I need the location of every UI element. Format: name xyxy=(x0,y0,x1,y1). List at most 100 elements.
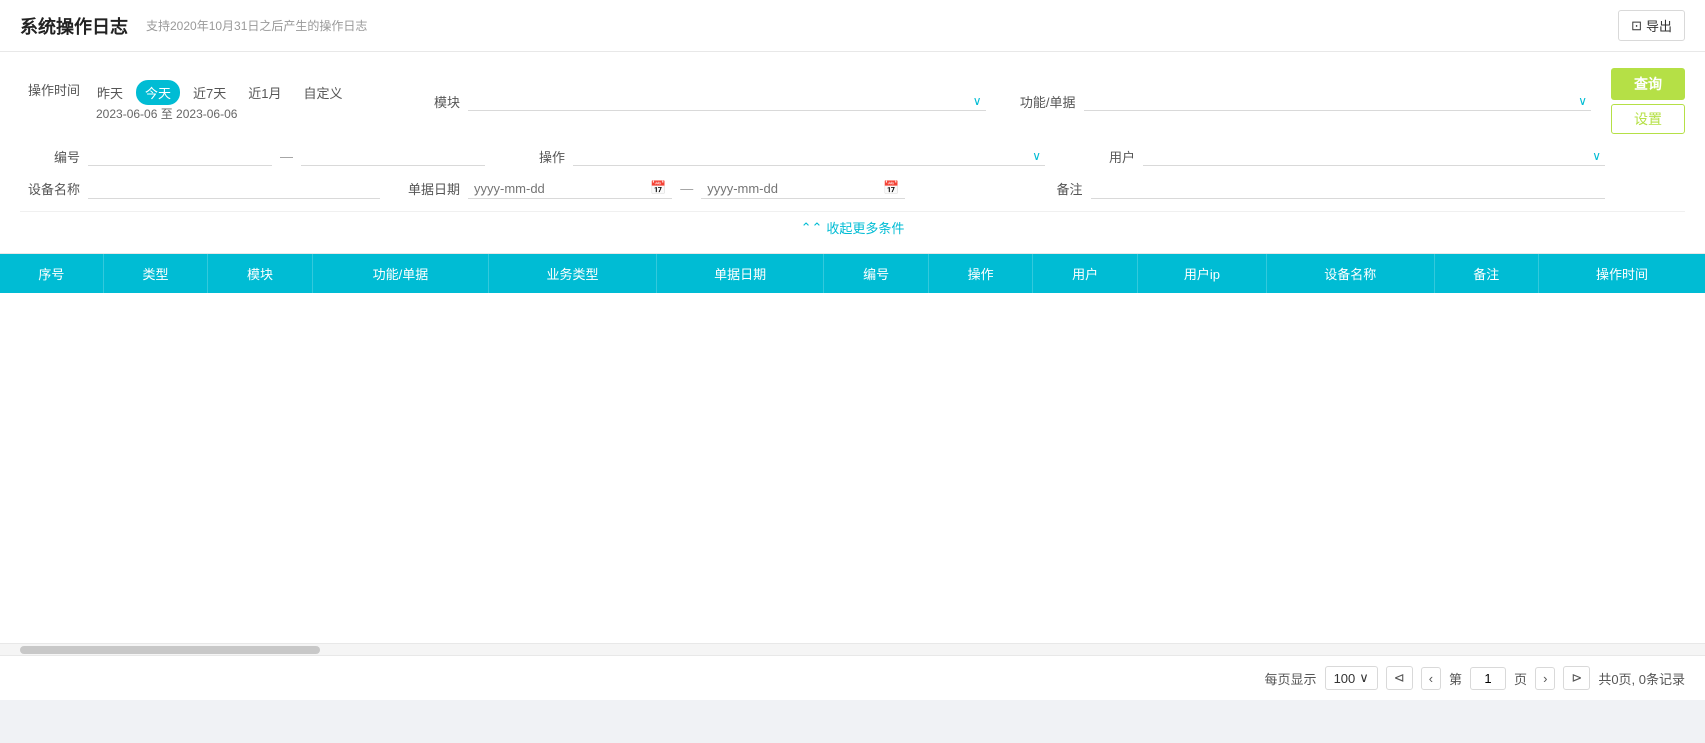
module-chevron-icon: ∨ xyxy=(973,94,982,108)
filter-row-2: 编号 — 操作 ∨ 用户 ∨ xyxy=(20,146,1685,166)
export-label: 导出 xyxy=(1646,16,1672,35)
user-chevron-icon: ∨ xyxy=(1592,149,1601,163)
pagination-bar: 每页显示 100 ∨ ⊲ ‹ 第 页 › ⊳ 共0页, 0条记录 xyxy=(0,655,1705,700)
col-module: 模块 xyxy=(208,254,312,293)
time-btn-1month[interactable]: 近1月 xyxy=(239,80,290,105)
date-start-input[interactable] xyxy=(474,181,650,196)
date-end-input[interactable] xyxy=(707,181,883,196)
time-btn-today[interactable]: 今天 xyxy=(136,80,180,105)
date-start-wrap: 📅 xyxy=(468,178,672,199)
operation-label: 操作 xyxy=(505,147,565,166)
date-end-wrap: 📅 xyxy=(701,178,905,199)
empty-area xyxy=(0,293,1705,643)
col-sequence: 序号 xyxy=(0,254,103,293)
query-button[interactable]: 查询 xyxy=(1611,68,1685,100)
remark-input-wrap xyxy=(1091,179,1606,199)
col-device-name: 设备名称 xyxy=(1266,254,1434,293)
data-table: 序号 类型 模块 功能/单据 业务类型 单据日期 编号 操作 用户 用户ip 设… xyxy=(0,254,1705,293)
page-title: 系统操作日志 xyxy=(20,13,128,39)
col-op-time: 操作时间 xyxy=(1539,254,1705,293)
time-range-display: 2023-06-06 至 2023-06-06 xyxy=(96,105,352,122)
col-user-ip: 用户ip xyxy=(1137,254,1266,293)
operation-filter-group: 操作 ∨ xyxy=(505,147,1045,166)
number-input-end-wrap xyxy=(301,146,485,166)
number-input-end[interactable] xyxy=(305,148,481,163)
settings-button[interactable]: 设置 xyxy=(1611,104,1685,134)
filter-row-3: 设备名称 单据日期 📅 — 📅 备注 xyxy=(20,178,1685,199)
page-header: 系统操作日志 支持2020年10月31日之后产生的操作日志 ⊡ 导出 xyxy=(0,0,1705,52)
page-total: 共0页, 0条记录 xyxy=(1598,669,1685,688)
per-page-label: 每页显示 xyxy=(1265,669,1317,688)
col-business-type: 业务类型 xyxy=(489,254,657,293)
calendar-end-icon[interactable]: 📅 xyxy=(883,180,899,196)
user-label: 用户 xyxy=(1065,147,1135,166)
time-btn-custom[interactable]: 自定义 xyxy=(295,80,352,105)
function-chevron-icon: ∨ xyxy=(1578,94,1587,108)
remark-filter-group: 备注 xyxy=(1013,179,1686,199)
page-subtitle: 支持2020年10月31日之后产生的操作日志 xyxy=(146,17,367,34)
device-input[interactable] xyxy=(92,181,376,196)
number-input-start-wrap xyxy=(88,146,272,166)
export-icon: ⊡ xyxy=(1631,18,1642,34)
per-page-value: 100 xyxy=(1334,671,1356,686)
col-type: 类型 xyxy=(103,254,207,293)
export-button[interactable]: ⊡ 导出 xyxy=(1618,10,1685,41)
voucher-date-filter-group: 单据日期 📅 — 📅 xyxy=(400,178,993,199)
filter-row-1: 操作时间 昨天 今天 近7天 近1月 自定义 2023-06-06 至 2023… xyxy=(20,68,1685,134)
time-btn-yesterday[interactable]: 昨天 xyxy=(88,80,132,105)
module-select[interactable]: ∨ xyxy=(468,92,986,111)
time-btn-7days[interactable]: 近7天 xyxy=(184,80,235,105)
time-buttons: 昨天 今天 近7天 近1月 自定义 xyxy=(88,80,352,105)
page-first-button[interactable]: ⊲ xyxy=(1386,666,1413,690)
per-page-chevron-icon: ∨ xyxy=(1359,670,1369,686)
user-filter-group: 用户 ∨ xyxy=(1065,147,1685,166)
page-prev-button[interactable]: ‹ xyxy=(1421,667,1441,690)
user-select[interactable]: ∨ xyxy=(1143,147,1605,166)
module-label: 模块 xyxy=(400,92,460,111)
collapse-label: 收起更多条件 xyxy=(826,218,904,237)
col-remark: 备注 xyxy=(1434,254,1538,293)
collapse-bar[interactable]: ⌃⌃ 收起更多条件 xyxy=(20,211,1685,243)
remark-input[interactable] xyxy=(1095,181,1602,196)
action-buttons: 查询 设置 xyxy=(1611,68,1685,134)
operation-chevron-icon: ∨ xyxy=(1032,149,1041,163)
col-number: 编号 xyxy=(824,254,928,293)
time-filter-group: 操作时间 昨天 今天 近7天 近1月 自定义 2023-06-06 至 2023… xyxy=(20,80,380,122)
device-input-wrap xyxy=(88,179,380,199)
operation-select[interactable]: ∨ xyxy=(573,147,1045,166)
table-container: 序号 类型 模块 功能/单据 业务类型 单据日期 编号 操作 用户 用户ip 设… xyxy=(0,254,1705,643)
col-user: 用户 xyxy=(1033,254,1137,293)
col-function: 功能/单据 xyxy=(312,254,488,293)
filter-area: 操作时间 昨天 今天 近7天 近1月 自定义 2023-06-06 至 2023… xyxy=(0,52,1705,254)
number-filter-group: 编号 — xyxy=(20,146,485,166)
date-dash: — xyxy=(680,181,693,196)
table-header: 序号 类型 模块 功能/单据 业务类型 单据日期 编号 操作 用户 用户ip 设… xyxy=(0,254,1705,293)
device-filter-group: 设备名称 xyxy=(20,179,380,199)
per-page-select[interactable]: 100 ∨ xyxy=(1325,666,1378,690)
voucher-date-label: 单据日期 xyxy=(400,179,460,198)
scrollbar-thumb[interactable] xyxy=(20,646,320,654)
collapse-arrow-icon: ⌃⌃ xyxy=(801,220,823,236)
number-dash: — xyxy=(280,149,293,164)
col-voucher-date: 单据日期 xyxy=(656,254,824,293)
page-unit: 页 xyxy=(1514,669,1527,688)
number-input-start[interactable] xyxy=(92,148,268,163)
function-filter-group: 功能/单据 ∨ xyxy=(1006,92,1592,111)
header-left: 系统操作日志 支持2020年10月31日之后产生的操作日志 xyxy=(20,13,367,39)
table-header-row: 序号 类型 模块 功能/单据 业务类型 单据日期 编号 操作 用户 用户ip 设… xyxy=(0,254,1705,293)
col-operation: 操作 xyxy=(928,254,1032,293)
page-number-input[interactable] xyxy=(1470,667,1506,690)
number-label: 编号 xyxy=(20,147,80,166)
device-label: 设备名称 xyxy=(20,179,80,198)
page-next-button[interactable]: › xyxy=(1535,667,1555,690)
module-filter-group: 模块 ∨ xyxy=(400,92,986,111)
function-label: 功能/单据 xyxy=(1006,92,1076,111)
time-label: 操作时间 xyxy=(20,80,80,99)
remark-label: 备注 xyxy=(1013,179,1083,198)
function-select[interactable]: ∨ xyxy=(1084,92,1592,111)
time-controls: 昨天 今天 近7天 近1月 自定义 2023-06-06 至 2023-06-0… xyxy=(88,80,352,122)
horizontal-scrollbar[interactable] xyxy=(0,643,1705,655)
calendar-start-icon[interactable]: 📅 xyxy=(650,180,666,196)
page-last-button[interactable]: ⊳ xyxy=(1563,666,1590,690)
page-label: 第 xyxy=(1449,669,1462,688)
